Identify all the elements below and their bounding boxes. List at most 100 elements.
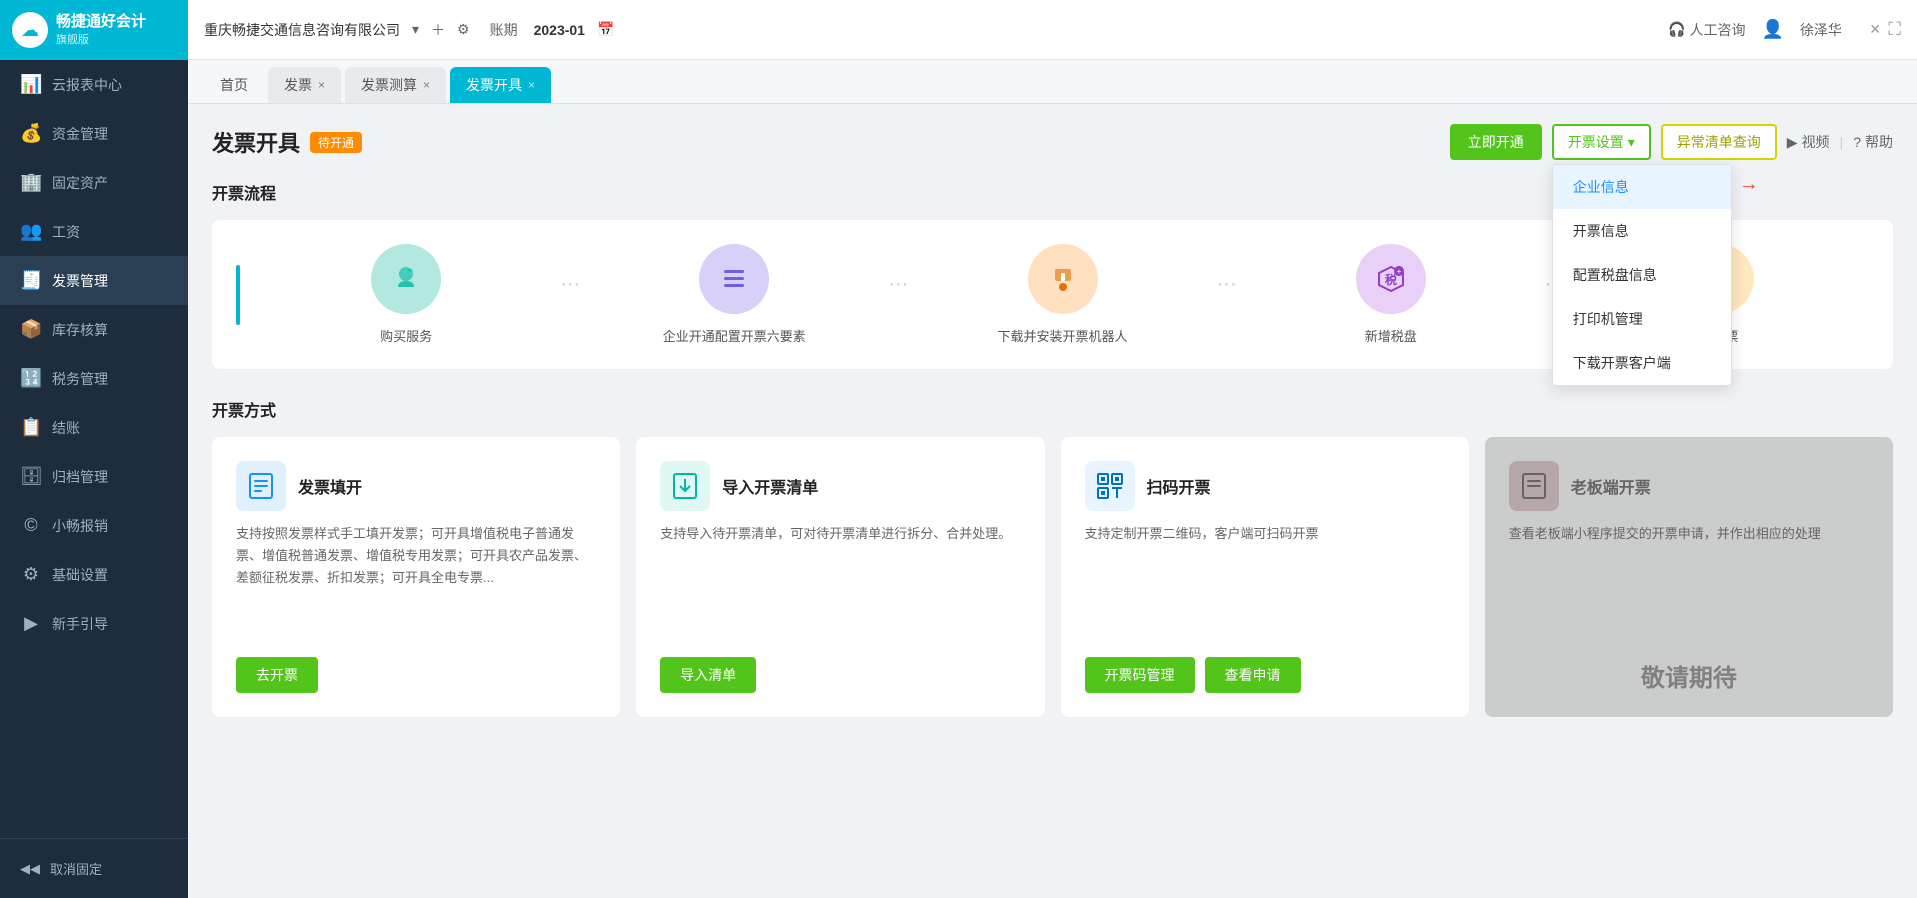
manual-fill-icon: [236, 461, 286, 511]
billing-methods-grid: 发票填开 支持按照发票样式手工填开发票；可开具增值税电子普通发票、增值税普通发票…: [212, 437, 1893, 717]
guide-icon: ▶: [20, 613, 42, 634]
header-actions: 立即开通 开票设置 ▾ 企业信息 → 开票信息: [1450, 124, 1893, 160]
company-name: 重庆畅捷交通信息咨询有限公司: [204, 20, 400, 40]
tab-invoice-calc[interactable]: 发票测算 ×: [345, 67, 446, 103]
billing-card-manual: 发票填开 支持按照发票样式手工填开发票；可开具增值税电子普通发票、增值税普通发票…: [212, 437, 620, 717]
sidebar-cancel-fixed[interactable]: ◀◀ 取消固定: [0, 849, 188, 888]
calendar-icon: 📅: [597, 21, 614, 38]
logo-text: 畅捷通好会计 旗舰版: [56, 13, 146, 47]
settings-dropdown-wrapper: 开票设置 ▾ 企业信息 → 开票信息 配置税盘信息: [1552, 124, 1651, 160]
tab-home[interactable]: 首页: [204, 67, 264, 103]
question-icon: ?: [1853, 134, 1861, 150]
qr-manage-btn[interactable]: 开票码管理: [1085, 657, 1195, 693]
coming-soon-text: 敬请期待: [1641, 665, 1737, 692]
maximize-window-btn[interactable]: ⛶: [1888, 19, 1901, 40]
fund-icon: 💰: [20, 123, 42, 144]
calendar-btn[interactable]: 📅: [597, 21, 614, 38]
activate-btn[interactable]: 立即开通: [1450, 124, 1542, 160]
flow-step-tax: 税+ 新增税盘: [1241, 244, 1541, 345]
sidebar-item-settings[interactable]: ⚙ 基础设置: [0, 550, 188, 599]
topbar-right: 🎧 人工咨询 👤 徐泽华: [1668, 19, 1842, 40]
go-invoice-btn[interactable]: 去开票: [236, 657, 318, 693]
billing-card-boss: 老板端开票 查看老板端小程序提交的开票申请，并作出相应的处理 敬请期待: [1485, 437, 1893, 717]
period-value: 2023-01: [534, 22, 585, 38]
status-badge: 待开通: [310, 132, 362, 153]
billing-card-scan-header: 扫码开票: [1085, 461, 1445, 511]
tab-invoice[interactable]: 发票 ×: [268, 67, 341, 103]
abnormal-list-btn[interactable]: 异常清单查询: [1661, 124, 1777, 160]
logo-icon: ☁: [12, 12, 48, 48]
period-label: 账期: [490, 20, 518, 40]
red-arrow-icon: →: [1739, 173, 1759, 196]
sidebar-item-fixed-assets[interactable]: 🏢 固定资产: [0, 158, 188, 207]
dropdown-item-download-client[interactable]: 下载开票客户端: [1553, 341, 1731, 385]
divider: |: [1840, 134, 1844, 150]
chevron-down-icon: ▾: [412, 21, 419, 38]
billing-card-import-header: 导入开票清单: [660, 461, 1020, 511]
sidebar-item-archive[interactable]: 🗄 归档管理: [0, 452, 188, 501]
tax-icon: 🔢: [20, 368, 42, 389]
tab-invoice-close[interactable]: ×: [318, 78, 325, 92]
sidebar-item-accounting[interactable]: 📋 结账: [0, 403, 188, 452]
invoice-settings-btn[interactable]: 开票设置 ▾: [1552, 124, 1651, 160]
report-icon: ©: [20, 515, 42, 536]
settings-dropdown-menu: 企业信息 → 开票信息 配置税盘信息 打印机管理 下: [1552, 164, 1732, 386]
boss-overlay: 敬请期待: [1509, 638, 1869, 693]
invoice-icon: 🧾: [20, 270, 42, 291]
step-buy-icon: [371, 244, 441, 314]
billing-section-title: 开票方式: [212, 397, 1893, 421]
sidebar: ☁ 畅捷通好会计 旗舰版 📊 云报表中心 💰 资金管理 🏢 固定资产 👥 工资 …: [0, 0, 188, 898]
billing-card-import: 导入开票清单 支持导入待开票清单，可对待开票清单进行拆分、合并处理。 导入清单: [636, 437, 1044, 717]
step-tax-icon: 税+: [1356, 244, 1426, 314]
sidebar-bottom: ◀◀ 取消固定: [0, 838, 188, 898]
sidebar-item-guide[interactable]: ▶ 新手引导: [0, 599, 188, 648]
topbar: 重庆畅捷交通信息咨询有限公司 ▾ ＋ ⚙ 账期 2023-01 📅 🎧 人工咨询…: [188, 0, 1917, 60]
dropdown-item-printer[interactable]: 打印机管理: [1553, 297, 1731, 341]
dropdown-arrow-icon: ▾: [1628, 134, 1635, 151]
add-company-btn[interactable]: ＋: [431, 20, 445, 40]
view-application-btn[interactable]: 查看申请: [1205, 657, 1301, 693]
settings-gear-btn[interactable]: ⚙: [457, 21, 470, 38]
video-btn[interactable]: ▶ 视频: [1787, 132, 1830, 152]
play-icon: ▶: [1787, 134, 1798, 151]
headset-icon: 🎧: [1668, 21, 1685, 38]
sidebar-item-cloud-report[interactable]: 📊 云报表中心: [0, 60, 188, 109]
tab-invoice-issue-close[interactable]: ×: [528, 78, 535, 92]
sidebar-item-inventory[interactable]: 📦 库存核算: [0, 305, 188, 354]
import-list-btn[interactable]: 导入清单: [660, 657, 756, 693]
fixed-assets-icon: 🏢: [20, 172, 42, 193]
step-config-icon: [699, 244, 769, 314]
inventory-icon: 📦: [20, 319, 42, 340]
archive-icon: 🗄: [20, 466, 42, 487]
flow-arrow-2: ···: [888, 273, 908, 316]
sidebar-item-fund[interactable]: 💰 资金管理: [0, 109, 188, 158]
dropdown-item-company-info[interactable]: 企业信息 →: [1553, 165, 1731, 209]
import-list-icon: [660, 461, 710, 511]
company-dropdown-btn[interactable]: ▾: [412, 21, 419, 38]
close-window-btn[interactable]: ×: [1870, 19, 1881, 40]
payroll-icon: 👥: [20, 221, 42, 242]
page-header: 发票开具 待开通 立即开通 开票设置 ▾ 企业信息 →: [212, 124, 1893, 160]
sidebar-nav: 📊 云报表中心 💰 资金管理 🏢 固定资产 👥 工资 🧾 发票管理 📦 库存核算…: [0, 60, 188, 838]
flow-arrow-1: ···: [560, 273, 580, 316]
dropdown-item-tax-config[interactable]: 配置税盘信息: [1553, 253, 1731, 297]
tab-invoice-issue[interactable]: 发票开具 ×: [450, 67, 551, 103]
content-area: 发票开具 待开通 立即开通 开票设置 ▾ 企业信息 →: [188, 104, 1917, 898]
boss-terminal-icon: [1509, 461, 1559, 511]
svg-text:+: +: [1396, 267, 1401, 276]
tab-invoice-calc-close[interactable]: ×: [423, 78, 430, 92]
settings-icon: ⚙: [20, 564, 42, 585]
dropdown-item-invoice-info[interactable]: 开票信息: [1553, 209, 1731, 253]
sidebar-item-payroll[interactable]: 👥 工资: [0, 207, 188, 256]
help-btn[interactable]: ? 帮助: [1853, 132, 1893, 152]
flow-indicator: [236, 265, 240, 325]
page-title-area: 发票开具 待开通: [212, 126, 362, 158]
sidebar-item-tax[interactable]: 🔢 税务管理: [0, 354, 188, 403]
sidebar-item-invoice[interactable]: 🧾 发票管理: [0, 256, 188, 305]
username[interactable]: 徐泽华: [1800, 20, 1842, 40]
support-btn[interactable]: 🎧 人工咨询: [1668, 20, 1745, 40]
cancel-fixed-icon: ◀◀: [20, 861, 40, 877]
main-area: 重庆畅捷交通信息咨询有限公司 ▾ ＋ ⚙ 账期 2023-01 📅 🎧 人工咨询…: [188, 0, 1917, 898]
sidebar-item-report[interactable]: © 小畅报销: [0, 501, 188, 550]
plus-icon: ＋: [431, 20, 445, 40]
